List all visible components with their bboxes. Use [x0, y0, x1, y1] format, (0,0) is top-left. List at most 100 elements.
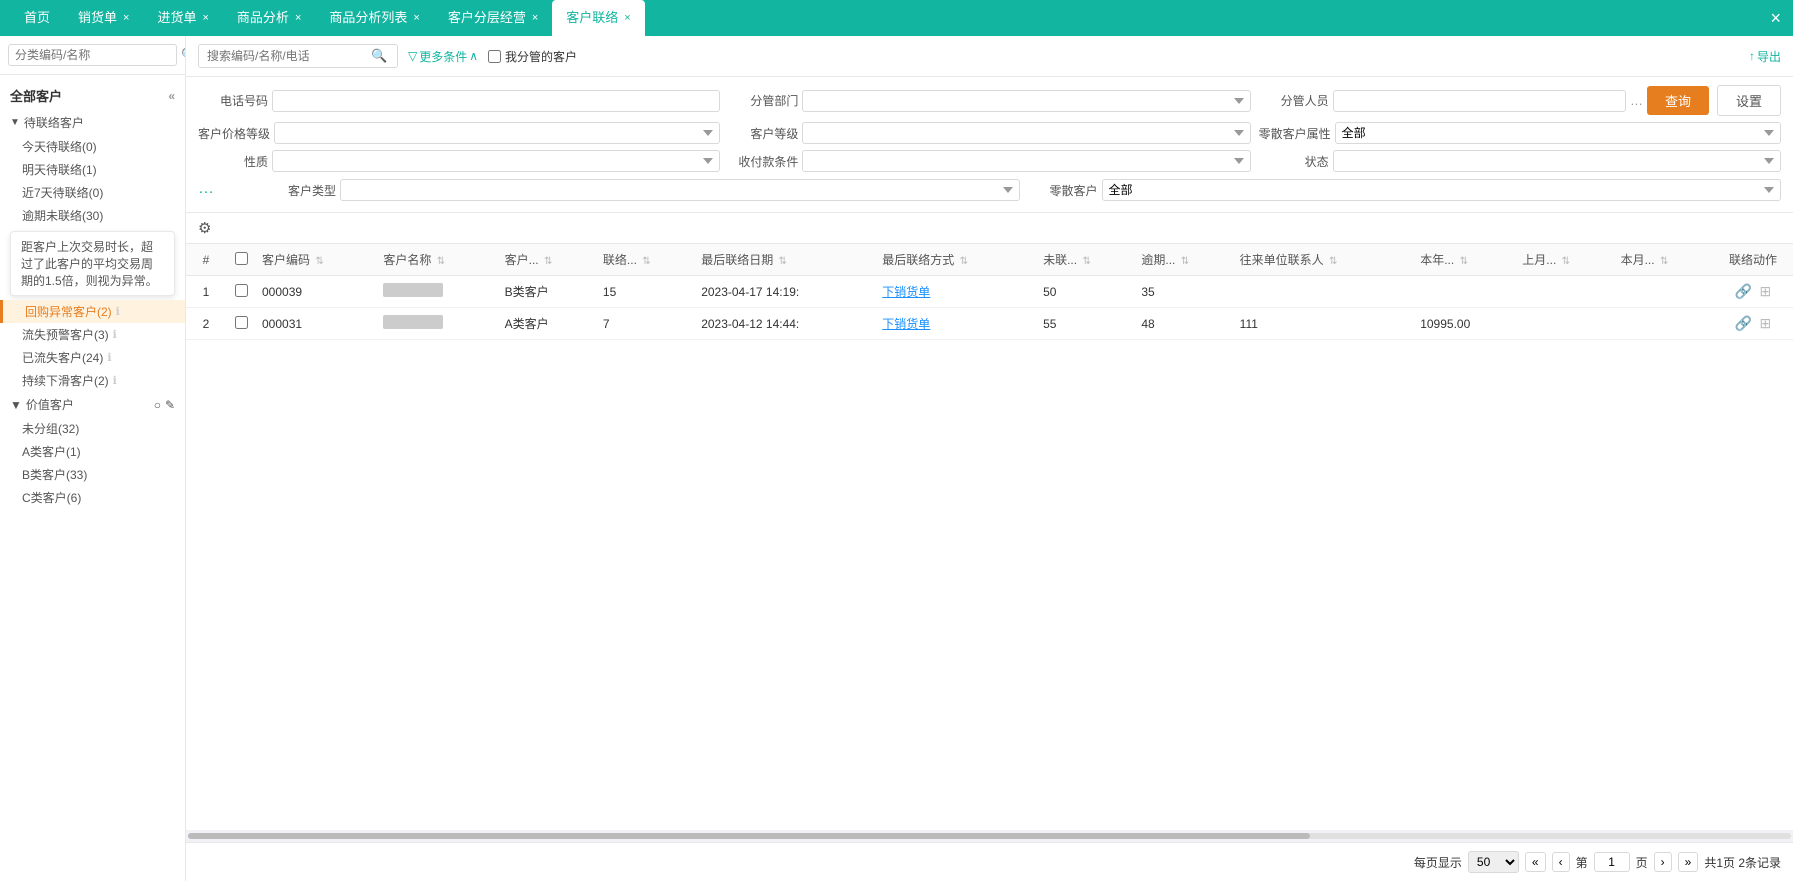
nav-item-product-list[interactable]: 商品分析列表 ×: [315, 0, 433, 36]
sort-name[interactable]: ⇅: [437, 256, 445, 267]
sort-this-month[interactable]: ⇅: [1660, 256, 1668, 267]
nature-label: 性质: [198, 153, 268, 170]
sort-code[interactable]: ⇅: [315, 256, 323, 267]
sort-overdue[interactable]: ⇅: [1181, 256, 1189, 267]
customer-type-select[interactable]: [340, 179, 1020, 201]
scrollbar-thumb[interactable]: [188, 833, 1310, 839]
row1-link-icon[interactable]: 🔗: [1735, 283, 1752, 299]
row1-last-method-link[interactable]: 下销货单: [882, 285, 930, 299]
last-page-btn[interactable]: »: [1678, 852, 1699, 872]
query-button[interactable]: 查询: [1647, 86, 1709, 115]
nav-item-customer-tier[interactable]: 客户分层经营 ×: [434, 0, 552, 36]
nav-item-sales[interactable]: 销货单 ×: [64, 0, 143, 36]
sidebar-item-c-class[interactable]: C类客户(6): [0, 486, 185, 509]
filter-manager: 分管人员 … 查询 设置: [1259, 85, 1781, 116]
export-button[interactable]: ↑ 导出: [1749, 48, 1781, 65]
sidebar-item-repurchase-abnormal[interactable]: 回购异常客户(2) ℹ: [0, 300, 185, 323]
table-settings-icon[interactable]: ⚙: [198, 219, 211, 237]
nav-close-all[interactable]: ×: [1770, 8, 1781, 29]
page-size-select[interactable]: 50 100 200: [1468, 851, 1519, 873]
sidebar-item-today[interactable]: 今天待联络(0): [0, 135, 185, 158]
col-contacts-label: 往来单位联系人: [1240, 253, 1324, 267]
collapse-icon[interactable]: «: [168, 89, 175, 103]
nav-item-purchase[interactable]: 进货单 ×: [143, 0, 222, 36]
manager-input[interactable]: [1333, 90, 1626, 112]
manager-dots[interactable]: …: [1630, 93, 1643, 108]
nav-item-customer-contact[interactable]: 客户联络 ×: [552, 0, 644, 36]
my-customers-checkbox[interactable]: [488, 50, 501, 63]
payment-select[interactable]: [802, 150, 1250, 172]
tree-section-value-customers[interactable]: ▼ 价值客户 ○ ✎: [0, 392, 185, 417]
nav-item-product-analysis[interactable]: 商品分析 ×: [223, 0, 315, 36]
first-page-btn[interactable]: «: [1525, 852, 1546, 872]
row1-last-method: 下销货单: [876, 276, 1037, 308]
col-unread-label: 未联...: [1043, 253, 1077, 267]
price-level-select[interactable]: [274, 122, 720, 144]
select-all-checkbox[interactable]: [235, 252, 248, 265]
tree-section-pending[interactable]: ▼ 待联络客户: [0, 110, 185, 135]
edit-pen-icon[interactable]: ✎: [165, 398, 175, 412]
sidebar-item-7days[interactable]: 近7天待联络(0): [0, 181, 185, 204]
row2-name-blurred: [383, 315, 443, 329]
sort-level[interactable]: ⇅: [544, 256, 552, 267]
table-row: 2 000031 A类客户 7 2023-04-12 14:44:: [186, 308, 1793, 340]
sidebar-item-churned[interactable]: 已流失客户(24) ℹ: [0, 346, 185, 369]
dept-select[interactable]: [802, 90, 1250, 112]
nav-item-home[interactable]: 首页: [10, 0, 64, 36]
nav-customer-tier-close[interactable]: ×: [532, 0, 538, 36]
nav-sales-close[interactable]: ×: [123, 0, 129, 36]
customer-level-select[interactable]: [802, 122, 1250, 144]
page-input[interactable]: [1594, 852, 1630, 872]
nature-select[interactable]: [272, 150, 720, 172]
phone-input[interactable]: [272, 90, 720, 112]
sort-last-month[interactable]: ⇅: [1562, 256, 1570, 267]
sort-unread[interactable]: ⇅: [1082, 256, 1090, 267]
nav-customer-contact-close[interactable]: ×: [624, 0, 630, 36]
main-search-icon[interactable]: 🔍: [371, 48, 387, 64]
row1-grid-icon[interactable]: ⊞: [1760, 283, 1772, 299]
filter-expand-dots[interactable]: …: [198, 178, 214, 202]
sidebar-item-tomorrow[interactable]: 明天待联络(1): [0, 158, 185, 181]
main-search-input[interactable]: [207, 49, 367, 63]
sidebar-item-churn-warning[interactable]: 流失预警客户(3) ℹ: [0, 323, 185, 346]
sidebar-item-b-class[interactable]: B类客户(33): [0, 463, 185, 486]
sidebar-item-overdue[interactable]: 逾期未联络(30): [0, 204, 185, 227]
retail-customer-select[interactable]: 全部: [1102, 179, 1782, 201]
col-last-month-label: 上月...: [1522, 253, 1556, 267]
row2-checkbox[interactable]: [235, 316, 248, 329]
horizontal-scrollbar[interactable]: [186, 830, 1793, 842]
tooltip-abnormal: 距客户上次交易时长，超过了此客户的平均交易周期的1.5倍，则视为异常。: [10, 231, 175, 296]
retail-attr-select[interactable]: 全部: [1335, 122, 1781, 144]
sort-contacts[interactable]: ⇅: [1329, 256, 1337, 267]
sort-contact[interactable]: ⇅: [642, 256, 650, 267]
sidebar-item-declining[interactable]: 持续下滑客户(2) ℹ: [0, 369, 185, 392]
row2-grid-icon[interactable]: ⊞: [1760, 315, 1772, 331]
nav-product-list-close[interactable]: ×: [413, 0, 419, 36]
nav-home-label: 首页: [24, 0, 50, 36]
settings-button[interactable]: 设置: [1717, 85, 1781, 116]
row2-last-method-link[interactable]: 下销货单: [882, 317, 930, 331]
tomorrow-label: 明天待联络(1): [22, 163, 97, 177]
sort-last-date[interactable]: ⇅: [779, 256, 787, 267]
filter-more-btn[interactable]: ▽ 更多条件 ∧: [408, 48, 478, 65]
status-select[interactable]: [1333, 150, 1781, 172]
sort-this-year[interactable]: ⇅: [1460, 256, 1468, 267]
nav-product-analysis-close[interactable]: ×: [295, 0, 301, 36]
nav-purchase-close[interactable]: ×: [202, 0, 208, 36]
sort-last-method[interactable]: ⇅: [960, 256, 968, 267]
edit-icon[interactable]: ○: [154, 398, 161, 412]
status-label: 状态: [1259, 153, 1329, 170]
table-row: 1 000039 B类客户 15 2023-04-17 14:19:: [186, 276, 1793, 308]
next-page-btn[interactable]: ›: [1654, 852, 1672, 872]
pending-label: 待联络客户: [24, 114, 84, 131]
row2-link-icon[interactable]: 🔗: [1735, 315, 1752, 331]
customer-level-label: 客户等级: [728, 125, 798, 142]
table-scroll[interactable]: # 客户编码 ⇅ 客户名称 ⇅: [186, 244, 1793, 830]
row1-checkbox[interactable]: [235, 284, 248, 297]
sidebar-item-ungroup[interactable]: 未分组(32): [0, 417, 185, 440]
export-icon: ↑: [1749, 49, 1755, 63]
prev-page-btn[interactable]: ‹: [1552, 852, 1570, 872]
sidebar-search-input[interactable]: [8, 44, 177, 66]
row2-level: A类客户: [499, 308, 597, 340]
sidebar-item-a-class[interactable]: A类客户(1): [0, 440, 185, 463]
